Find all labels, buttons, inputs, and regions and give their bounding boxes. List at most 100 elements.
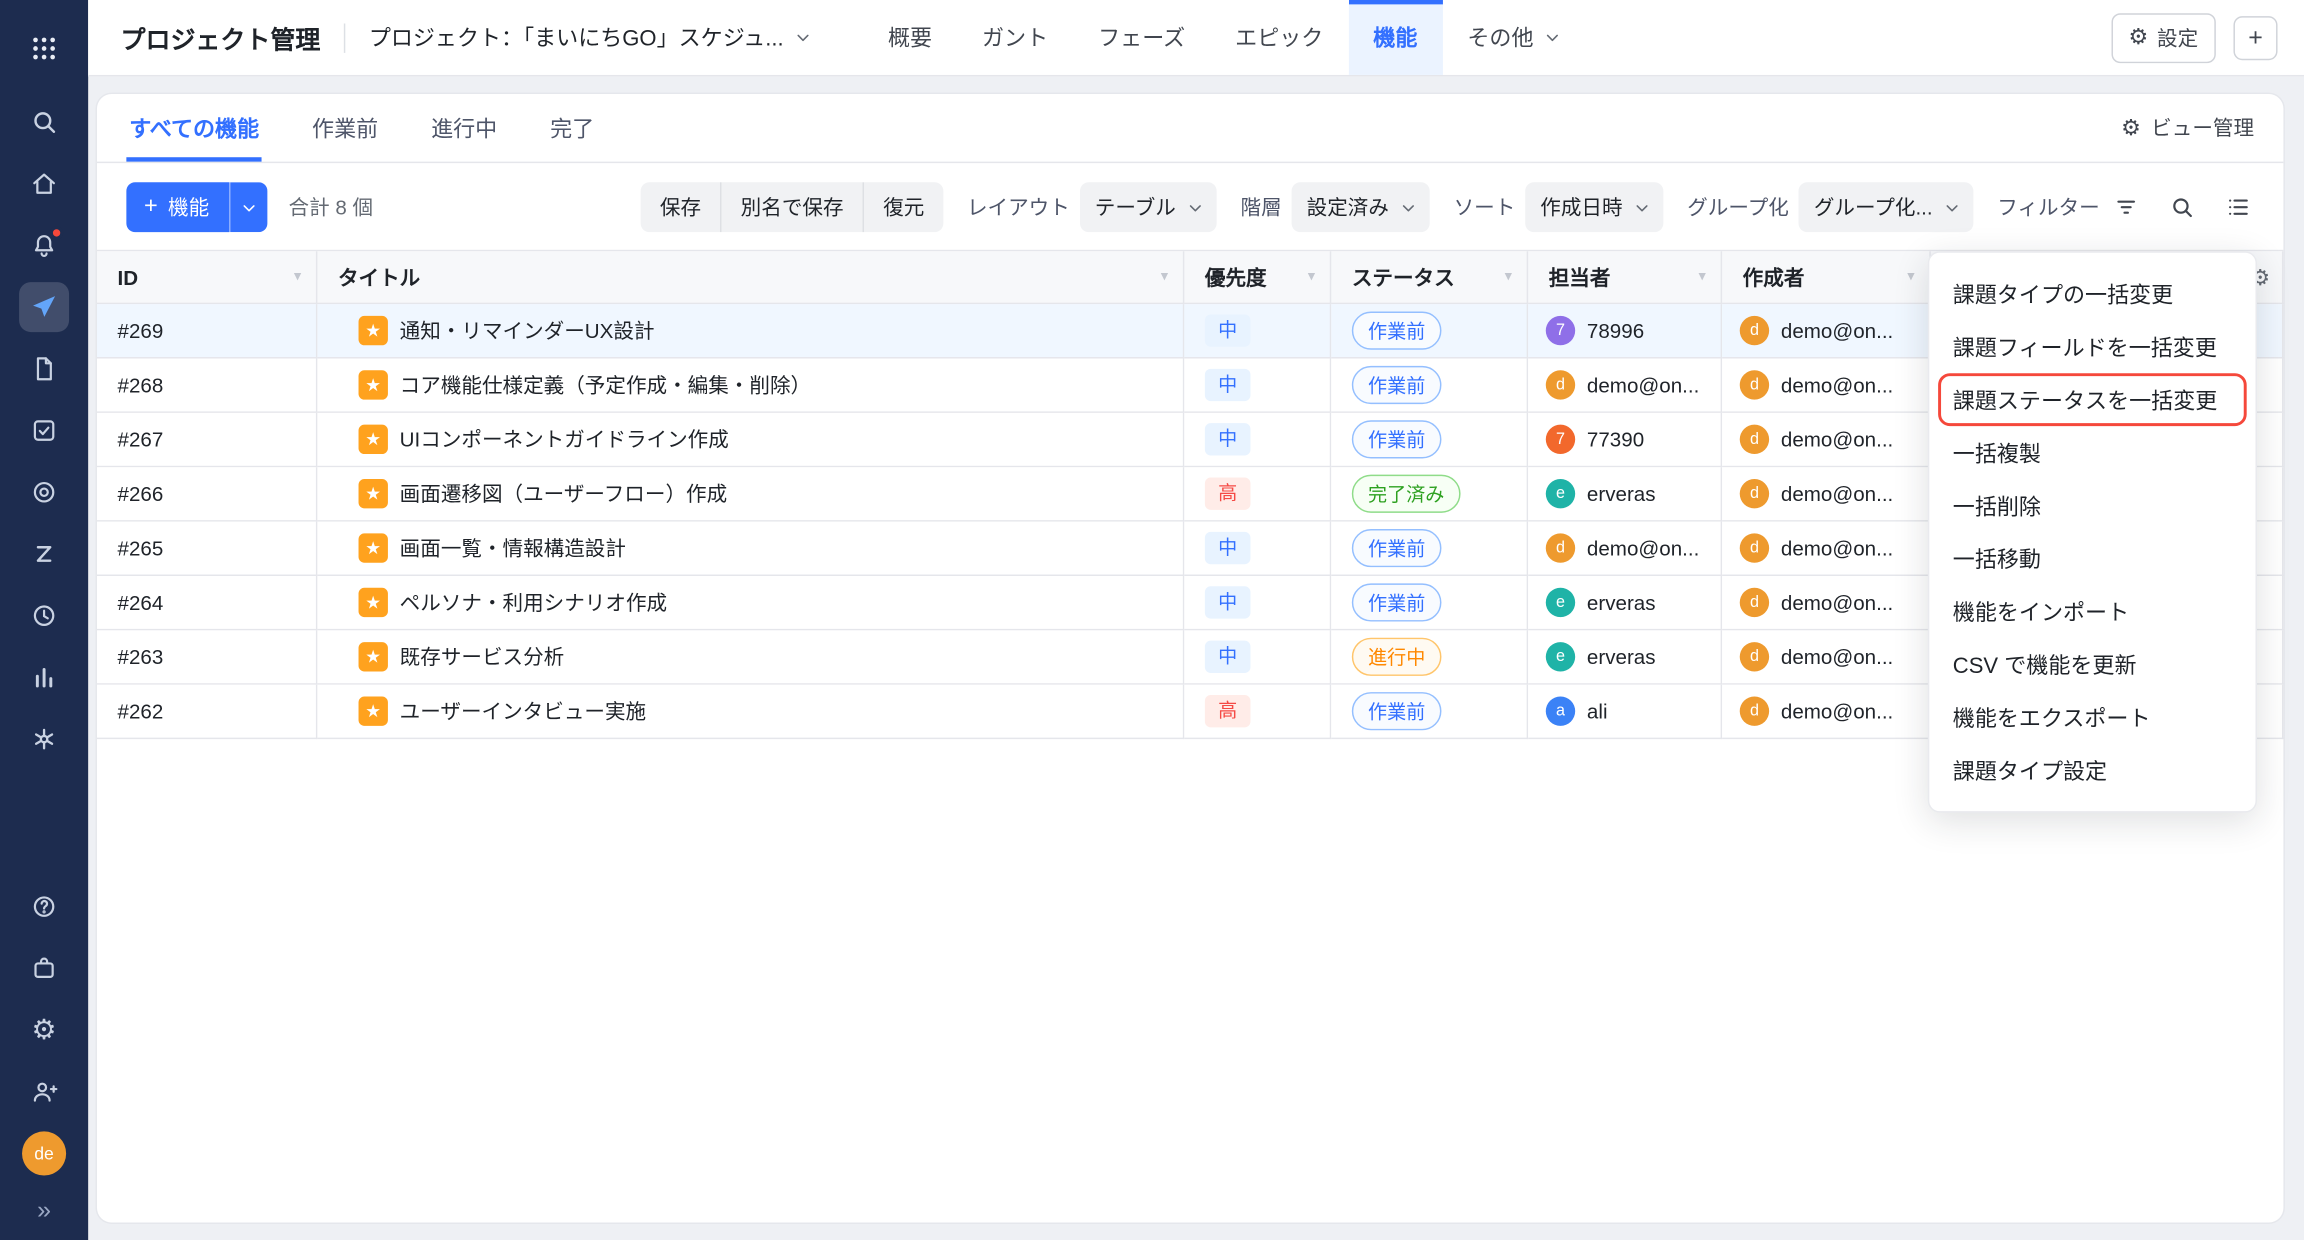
restore-button[interactable]: 復元 <box>864 182 943 232</box>
view-tab-done[interactable]: 完了 <box>547 94 597 162</box>
briefcase-icon[interactable] <box>19 943 69 993</box>
cell-title[interactable]: 通知・リマインダーUX設計 <box>317 304 1185 359</box>
menu-item-csv-update[interactable]: CSV で機能を更新 <box>1929 638 2255 691</box>
integrations-z-icon[interactable] <box>19 529 69 579</box>
cell-assignee[interactable]: 7 77390 <box>1528 412 1723 468</box>
col-header-status[interactable]: ステータス <box>1331 251 1529 305</box>
group-select[interactable]: グループ化... <box>1799 182 1974 233</box>
cell-priority[interactable]: 中 <box>1184 358 1332 413</box>
cell-assignee[interactable]: e erveras <box>1528 575 1723 631</box>
cell-assignee[interactable]: e erveras <box>1528 630 1723 685</box>
filter-button[interactable]: フィルター <box>1997 191 2142 223</box>
export-doc-icon[interactable] <box>19 344 69 394</box>
menu-item-type-settings[interactable]: 課題タイプ設定 <box>1929 744 2255 797</box>
column-filter-icon[interactable] <box>1161 269 1168 285</box>
cell-title[interactable]: 既存サービス分析 <box>317 630 1185 685</box>
cell-priority[interactable]: 中 <box>1184 521 1332 576</box>
nav-tab-more[interactable]: その他 <box>1442 0 1586 75</box>
menu-item-bulk-status[interactable]: 課題ステータスを一括変更 <box>1938 373 2247 427</box>
cell-priority[interactable]: 中 <box>1184 575 1332 631</box>
cell-status[interactable]: 完了済み <box>1331 467 1529 522</box>
project-active-icon[interactable] <box>19 282 70 333</box>
view-tab-doing[interactable]: 進行中 <box>428 94 500 162</box>
nav-tab-gantt[interactable]: ガント <box>957 0 1073 75</box>
cell-creator[interactable]: d demo@on... <box>1722 521 1931 576</box>
invite-user-icon[interactable] <box>19 1067 69 1117</box>
cell-assignee[interactable]: 7 78996 <box>1528 304 1723 359</box>
column-filter-icon[interactable] <box>1907 269 1914 285</box>
automation-gear-icon[interactable] <box>19 714 69 764</box>
col-header-creator[interactable]: 作成者 <box>1722 251 1931 305</box>
bar-chart-icon[interactable] <box>19 652 69 702</box>
menu-item-bulk-move[interactable]: 一括移動 <box>1929 532 2255 585</box>
col-header-title[interactable]: タイトル <box>317 251 1185 305</box>
cell-priority[interactable]: 高 <box>1184 467 1332 522</box>
nav-tab-epics[interactable]: エピック <box>1210 0 1348 75</box>
notifications-bell-icon[interactable] <box>19 220 69 270</box>
menu-item-import[interactable]: 機能をインポート <box>1929 585 2255 638</box>
save-button[interactable]: 保存 <box>641 182 722 233</box>
cell-title[interactable]: UIコンポーネントガイドライン作成 <box>317 412 1185 468</box>
settings-button[interactable]: ⚙ 設定 <box>2110 12 2216 63</box>
menu-item-export[interactable]: 機能をエクスポート <box>1929 691 2255 744</box>
cell-status[interactable]: 作業前 <box>1331 304 1529 359</box>
cell-priority[interactable]: 中 <box>1184 412 1332 468</box>
column-filter-icon[interactable] <box>1308 269 1315 285</box>
menu-item-bulk-duplicate[interactable]: 一括複製 <box>1929 426 2255 479</box>
add-feature-button[interactable]: 機能 <box>126 182 230 233</box>
cell-creator[interactable]: d demo@on... <box>1722 684 1931 740</box>
column-filter-icon[interactable] <box>294 269 301 285</box>
user-avatar[interactable]: de <box>22 1131 67 1176</box>
cell-creator[interactable]: d demo@on... <box>1722 630 1931 685</box>
view-manage-button[interactable]: ⚙ ビュー管理 <box>2121 94 2254 162</box>
cell-title[interactable]: ユーザーインタビュー実施 <box>317 684 1185 740</box>
cell-status[interactable]: 作業前 <box>1331 684 1529 740</box>
add-feature-caret[interactable] <box>229 182 268 233</box>
nav-tab-features[interactable]: 機能 <box>1348 0 1443 75</box>
cell-title[interactable]: 画面遷移図（ユーザーフロー）作成 <box>317 467 1185 522</box>
cell-status[interactable]: 進行中 <box>1331 630 1529 685</box>
cell-assignee[interactable]: e erveras <box>1528 467 1723 522</box>
cell-priority[interactable]: 中 <box>1184 304 1332 359</box>
target-icon[interactable] <box>19 467 69 517</box>
search-icon[interactable] <box>2166 191 2198 223</box>
search-icon[interactable] <box>19 97 69 147</box>
nav-tab-overview[interactable]: 概要 <box>863 0 957 75</box>
col-header-priority[interactable]: 優先度 <box>1184 251 1332 305</box>
col-header-assignee[interactable]: 担当者 <box>1528 251 1723 305</box>
cell-status[interactable]: 作業前 <box>1331 358 1529 413</box>
hierarchy-select[interactable]: 設定済み <box>1291 182 1431 233</box>
cell-priority[interactable]: 中 <box>1184 630 1332 685</box>
cell-status[interactable]: 作業前 <box>1331 412 1529 468</box>
layout-select[interactable]: テーブル <box>1080 182 1218 233</box>
view-tab-all[interactable]: すべての機能 <box>126 94 263 162</box>
cell-creator[interactable]: d demo@on... <box>1722 358 1931 413</box>
cell-title[interactable]: ペルソナ・利用シナリオ作成 <box>317 575 1185 631</box>
apps-grid-icon[interactable] <box>19 24 69 74</box>
menu-item-bulk-type[interactable]: 課題タイプの一括変更 <box>1929 267 2255 320</box>
cell-status[interactable]: 作業前 <box>1331 521 1529 576</box>
project-selector[interactable]: プロジェクト：「まいにちGO」スケジュ... <box>369 0 813 75</box>
sort-select[interactable]: 作成日時 <box>1525 182 1664 233</box>
col-header-id[interactable]: ID <box>96 251 318 305</box>
cell-assignee[interactable]: d demo@on... <box>1528 521 1723 576</box>
cell-title[interactable]: 画面一覧・情報構造設計 <box>317 521 1185 576</box>
cell-priority[interactable]: 高 <box>1184 684 1332 740</box>
cell-assignee[interactable]: a ali <box>1528 684 1723 740</box>
cell-status[interactable]: 作業前 <box>1331 575 1529 631</box>
column-filter-icon[interactable] <box>1505 269 1512 285</box>
collapse-sidebar-icon[interactable]: » <box>37 1196 51 1225</box>
nav-tab-phases[interactable]: フェーズ <box>1073 0 1210 75</box>
view-tab-todo[interactable]: 作業前 <box>309 94 381 162</box>
help-icon[interactable] <box>19 882 69 932</box>
menu-item-bulk-delete[interactable]: 一括削除 <box>1929 479 2255 532</box>
save-as-button[interactable]: 別名で保存 <box>722 182 865 233</box>
tasks-check-icon[interactable] <box>19 406 69 456</box>
settings-gear-icon[interactable]: ⚙ <box>19 1005 69 1055</box>
menu-item-bulk-field[interactable]: 課題フィールドを一括変更 <box>1929 320 2255 373</box>
cell-creator[interactable]: d demo@on... <box>1722 467 1931 522</box>
add-button[interactable]: + <box>2233 15 2278 60</box>
home-icon[interactable] <box>19 159 69 209</box>
bulk-actions-menu-icon[interactable] <box>2222 191 2254 223</box>
cell-creator[interactable]: d demo@on... <box>1722 575 1931 631</box>
